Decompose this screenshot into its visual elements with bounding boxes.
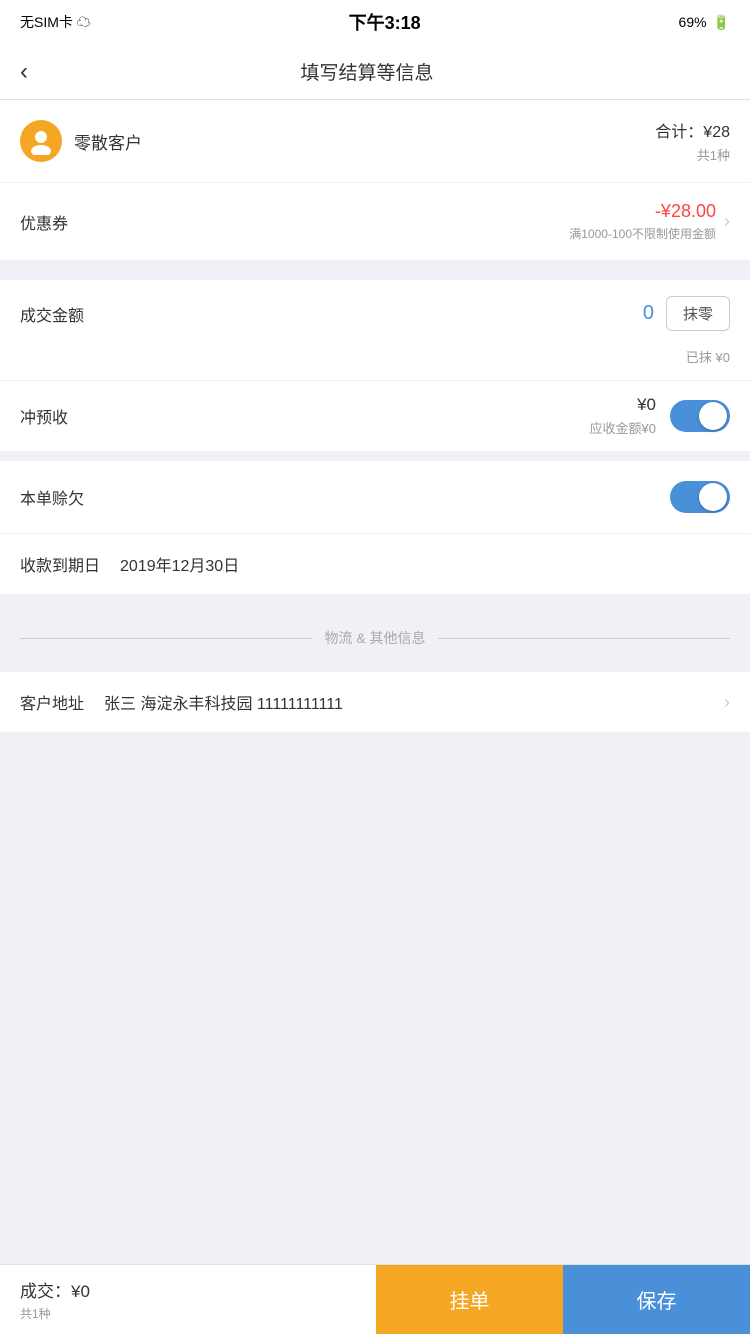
logistics-line-left: [20, 638, 312, 639]
due-date-label: 收款到期日: [20, 552, 100, 576]
deal-amount-sub: 已抹 ¥0: [0, 347, 750, 380]
chevron-right-icon: ›: [724, 211, 730, 232]
customer-total: 合计：¥28 共1种: [655, 118, 730, 164]
due-date-row: 收款到期日 2019年12月30日: [0, 533, 750, 594]
save-button[interactable]: 保存: [563, 1265, 750, 1334]
status-bar: 无SIM卡 ☁ 下午3:18 69% 🔋: [0, 0, 750, 44]
deal-amount-row: 成交金额 0 抹零: [0, 280, 750, 347]
bottom-count: 共1种: [20, 1305, 356, 1322]
logistics-section: 物流 & 其他信息: [0, 614, 750, 662]
sim-status: 无SIM卡 ☁: [20, 12, 91, 32]
coupon-discount: -¥28.00: [569, 201, 716, 222]
due-date-value: 2019年12月30日: [120, 552, 239, 576]
customer-name: 零散客户: [74, 129, 142, 154]
pre-collect-amount: ¥0: [590, 395, 656, 415]
pre-collect-info: ¥0 应收金额¥0: [590, 395, 656, 437]
battery-level: 69%: [679, 14, 707, 30]
customer-row: 零散客户 合计：¥28 共1种: [0, 100, 750, 182]
status-right: 69% 🔋: [679, 14, 730, 31]
bottom-deal-label: 成交：: [20, 1282, 71, 1301]
coupon-info: -¥28.00 满1000-100不限制使用金额: [569, 201, 716, 242]
logistics-title: 物流 & 其他信息: [324, 628, 425, 648]
bottom-summary: 成交：¥0 共1种: [0, 1277, 376, 1322]
page-title: 填写结算等信息: [44, 58, 690, 85]
address-value: 张三 海淀永丰科技园 11111111111: [104, 690, 724, 714]
customer-info: 零散客户: [20, 120, 142, 162]
debt-label: 本单赊欠: [20, 485, 84, 509]
total-count: 共1种: [655, 145, 730, 164]
avatar: [20, 120, 62, 162]
bottom-deal-value: ¥0: [71, 1282, 90, 1301]
battery-icon: 🔋: [713, 14, 730, 31]
customer-section: 零散客户 合计：¥28 共1种 优惠券 -¥28.00 满1000-100不限制…: [0, 100, 750, 260]
pre-collect-row: 冲预收 ¥0 应收金额¥0: [0, 380, 750, 451]
round-zero-button[interactable]: 抹零: [666, 296, 730, 331]
coupon-label: 优惠券: [20, 210, 68, 234]
coupon-row[interactable]: 优惠券 -¥28.00 满1000-100不限制使用金额 ›: [0, 182, 750, 260]
coupon-desc: 满1000-100不限制使用金额: [569, 225, 716, 242]
deal-amount-section: 成交金额 0 抹零 已抹 ¥0 冲预收 ¥0 应收金额¥0: [0, 280, 750, 451]
debt-row: 本单赊欠: [0, 461, 750, 533]
total-amount: 合计：¥28: [655, 118, 730, 142]
pre-collect-label: 冲预收: [20, 404, 68, 428]
bottom-bar: 成交：¥0 共1种 挂单 保存: [0, 1264, 750, 1334]
back-button[interactable]: ‹: [20, 58, 28, 86]
logistics-line-right: [438, 638, 730, 639]
address-chevron-icon: ›: [724, 692, 730, 713]
debt-section: 本单赊欠 收款到期日 2019年12月30日: [0, 461, 750, 594]
hang-order-button[interactable]: 挂单: [376, 1265, 563, 1334]
logistics-header: 物流 & 其他信息: [0, 614, 750, 662]
pre-collect-right: ¥0 应收金额¥0: [590, 395, 730, 437]
deal-amount-label: 成交金额: [20, 302, 84, 326]
debt-toggle[interactable]: [670, 481, 730, 513]
coupon-right: -¥28.00 满1000-100不限制使用金额 ›: [569, 201, 730, 242]
bottom-deal-text: 成交：¥0: [20, 1277, 356, 1302]
empty-area: [0, 742, 750, 942]
address-row[interactable]: 客户地址 张三 海淀永丰科技园 11111111111 ›: [0, 672, 750, 732]
pre-collect-toggle[interactable]: [670, 400, 730, 432]
deal-amount-right: 0 抹零: [643, 296, 730, 331]
address-section: 客户地址 张三 海淀永丰科技园 11111111111 ›: [0, 672, 750, 732]
separator-3: [0, 604, 750, 614]
pre-collect-sub: 应收金额¥0: [590, 418, 656, 437]
status-time: 下午3:18: [349, 9, 421, 35]
separator-2: [0, 451, 750, 461]
separator-1: [0, 270, 750, 280]
status-left: 无SIM卡 ☁: [20, 12, 91, 32]
address-label: 客户地址: [20, 690, 84, 714]
deal-amount-value: 0: [643, 302, 654, 325]
nav-bar: ‹ 填写结算等信息: [0, 44, 750, 100]
